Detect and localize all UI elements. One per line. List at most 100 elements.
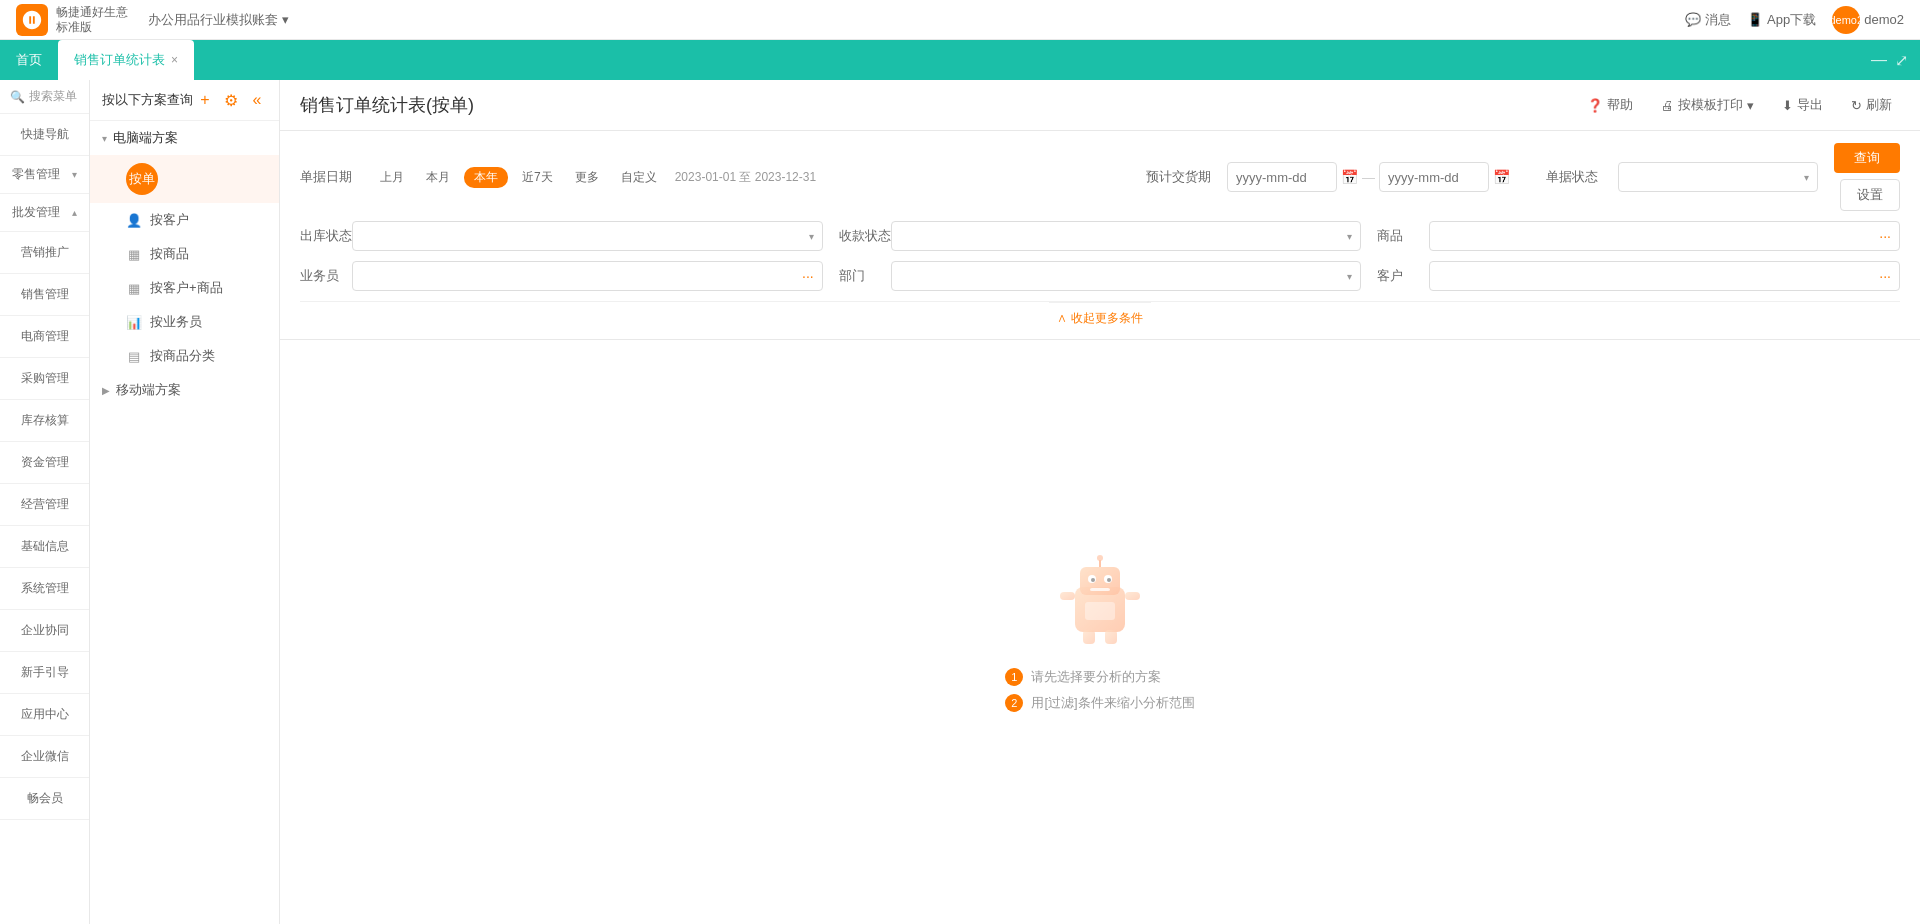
status-select[interactable]: ▾ — [1618, 162, 1818, 192]
tab-close-btn[interactable]: × — [171, 53, 178, 67]
sidebar-item-operations[interactable]: 经营管理 — [0, 484, 89, 526]
goods-select[interactable]: ··· — [1429, 221, 1900, 251]
wholesale-expand-icon: ▴ — [72, 207, 77, 218]
sidebar-item-app-center[interactable]: 应用中心 — [0, 694, 89, 736]
desktop-group-arrow: ▾ — [102, 133, 107, 144]
workspace-dropdown-icon[interactable]: ▾ — [282, 12, 289, 27]
business-more-icon[interactable]: ··· — [802, 268, 814, 284]
date-btn-last-month[interactable]: 上月 — [372, 167, 412, 188]
date-separator: — — [1362, 170, 1375, 185]
dept-icon: ▾ — [1347, 271, 1352, 282]
app-download-btn[interactable]: 📱 App下载 — [1747, 11, 1816, 29]
ship-status-select[interactable]: ▾ — [352, 221, 823, 251]
settings-btn[interactable]: 设置 — [1840, 179, 1900, 211]
date-start-icon[interactable]: 📅 — [1341, 169, 1358, 185]
main-layout: 🔍 搜索菜单 快捷导航 零售管理 ▾ 批发管理 ▴ 营销推广 销售管理 电商管理… — [0, 80, 1920, 924]
desktop-group-name: 电脑端方案 — [113, 129, 178, 147]
brand-name: 畅捷通好生意 标准版 — [56, 5, 128, 34]
dept-select[interactable]: ▾ — [891, 261, 1362, 291]
scheme-item-by-goods[interactable]: ▦ 按商品 — [90, 237, 279, 271]
collapse-conditions-btn[interactable]: ∧ 收起更多条件 — [1049, 302, 1150, 333]
date-filter-group: 上月 本月 本年 近7天 更多 自定义 2023-01-01 至 2023-12… — [372, 167, 1110, 188]
tab-minimize-icon[interactable]: — — [1871, 51, 1887, 69]
print-icon: 🖨 — [1661, 98, 1674, 113]
scheme-item-by-order[interactable]: 按单 — [90, 155, 279, 203]
by-customer-goods-icon: ▦ — [126, 280, 142, 296]
empty-state: 1 请先选择要分析的方案 2 用[过滤]条件来缩小分析范围 — [280, 340, 1920, 924]
sidebar-item-collaboration[interactable]: 企业协同 — [0, 610, 89, 652]
sidebar-item-retail[interactable]: 零售管理 ▾ — [0, 156, 89, 194]
expected-date-group: 📅 — 📅 — [1227, 162, 1510, 192]
customer-group: 客户 ··· — [1377, 261, 1900, 291]
dept-label: 部门 — [839, 267, 891, 285]
goods-more-icon[interactable]: ··· — [1879, 228, 1891, 244]
sidebar-search-label: 搜索菜单 — [29, 88, 77, 105]
print-btn[interactable]: 🖨 按模板打印 ▾ — [1653, 92, 1762, 118]
brand-area: 畅捷通好生意 标准版 — [16, 4, 128, 36]
sidebar-search-btn[interactable]: 🔍 搜索菜单 — [0, 80, 89, 114]
mobile-group-header[interactable]: ▶ 移动端方案 — [90, 373, 279, 407]
customer-label: 客户 — [1377, 267, 1429, 285]
user-avatar[interactable]: demo2 demo2 — [1832, 6, 1904, 34]
sidebar: 🔍 搜索菜单 快捷导航 零售管理 ▾ 批发管理 ▴ 营销推广 销售管理 电商管理… — [0, 80, 90, 924]
date-btn-7days[interactable]: 近7天 — [514, 167, 561, 188]
expected-date-start[interactable] — [1227, 162, 1337, 192]
query-btn[interactable]: 查询 — [1834, 143, 1900, 173]
sidebar-item-inventory[interactable]: 库存核算 — [0, 400, 89, 442]
sidebar-item-finance[interactable]: 资金管理 — [0, 442, 89, 484]
left-panel: 按以下方案查询 + ⚙ « ▾ 电脑端方案 按单 👤 按客户 — [90, 80, 280, 924]
refresh-icon: ↻ — [1851, 98, 1862, 113]
svg-rect-8 — [1090, 588, 1110, 591]
by-customer-icon: 👤 — [126, 212, 142, 228]
tab-bar-actions: — ⤢ — [1871, 51, 1920, 70]
tab-expand-icon[interactable]: ⤢ — [1895, 51, 1908, 70]
date-btn-this-year[interactable]: 本年 — [464, 167, 508, 188]
sidebar-item-ecommerce[interactable]: 电商管理 — [0, 316, 89, 358]
desktop-scheme-group: ▾ 电脑端方案 按单 👤 按客户 ▦ 按商品 ▦ 按客户+商品 — [90, 121, 279, 373]
sidebar-item-marketing[interactable]: 营销推广 — [0, 232, 89, 274]
sidebar-item-basic-info[interactable]: 基础信息 — [0, 526, 89, 568]
help-icon: ❓ — [1587, 98, 1603, 113]
refresh-btn[interactable]: ↻ 刷新 — [1843, 92, 1900, 118]
sidebar-item-new-guide[interactable]: 新手引导 — [0, 652, 89, 694]
svg-rect-12 — [1105, 630, 1117, 644]
date-btn-this-month[interactable]: 本月 — [418, 167, 458, 188]
date-end-icon[interactable]: 📅 — [1493, 169, 1510, 185]
empty-state-content: 1 请先选择要分析的方案 2 用[过滤]条件来缩小分析范围 — [1005, 552, 1194, 712]
sidebar-item-sales[interactable]: 销售管理 — [0, 274, 89, 316]
empty-state-icon — [1050, 552, 1150, 652]
business-select[interactable]: ··· — [352, 261, 823, 291]
scheme-item-by-customer-goods[interactable]: ▦ 按客户+商品 — [90, 271, 279, 305]
by-goods-category-icon: ▤ — [126, 348, 142, 364]
pay-status-select[interactable]: ▾ — [891, 221, 1362, 251]
customer-more-icon[interactable]: ··· — [1879, 268, 1891, 284]
sidebar-item-wechat[interactable]: 企业微信 — [0, 736, 89, 778]
tab-sales-stats[interactable]: 销售订单统计表 × — [58, 40, 194, 80]
settings-scheme-btn[interactable]: ⚙ — [221, 90, 241, 110]
message-btn[interactable]: 💬 消息 — [1685, 11, 1731, 29]
top-bar: 畅捷通好生意 标准版 办公用品行业模拟账套 ▾ 💬 消息 📱 App下载 dem… — [0, 0, 1920, 40]
collapse-panel-btn[interactable]: « — [247, 90, 267, 110]
export-btn[interactable]: ⬇ 导出 — [1774, 92, 1831, 118]
add-scheme-btn[interactable]: + — [195, 90, 215, 110]
scheme-item-by-customer[interactable]: 👤 按客户 — [90, 203, 279, 237]
customer-select[interactable]: ··· — [1429, 261, 1900, 291]
scheme-item-by-salesperson[interactable]: 📊 按业务员 — [90, 305, 279, 339]
top-bar-right: 💬 消息 📱 App下载 demo2 demo2 — [1685, 6, 1904, 34]
tab-home[interactable]: 首页 — [0, 40, 58, 80]
scheme-item-by-goods-category[interactable]: ▤ 按商品分类 — [90, 339, 279, 373]
collapse-icon: ∧ — [1057, 311, 1067, 325]
sidebar-item-quick-nav[interactable]: 快捷导航 — [0, 114, 89, 156]
sidebar-item-wholesale[interactable]: 批发管理 ▴ — [0, 194, 89, 232]
left-panel-header: 按以下方案查询 + ⚙ « — [90, 80, 279, 121]
help-btn[interactable]: ❓ 帮助 — [1579, 92, 1641, 118]
date-btn-more[interactable]: 更多 — [567, 167, 607, 188]
workspace-selector[interactable]: 办公用品行业模拟账套 ▾ — [128, 11, 1685, 29]
desktop-group-header[interactable]: ▾ 电脑端方案 — [90, 121, 279, 155]
sidebar-item-system[interactable]: 系统管理 — [0, 568, 89, 610]
status-label: 单据状态 — [1546, 168, 1602, 186]
expected-date-end[interactable] — [1379, 162, 1489, 192]
sidebar-item-member[interactable]: 畅会员 — [0, 778, 89, 820]
date-btn-custom[interactable]: 自定义 — [613, 167, 665, 188]
sidebar-item-purchase[interactable]: 采购管理 — [0, 358, 89, 400]
